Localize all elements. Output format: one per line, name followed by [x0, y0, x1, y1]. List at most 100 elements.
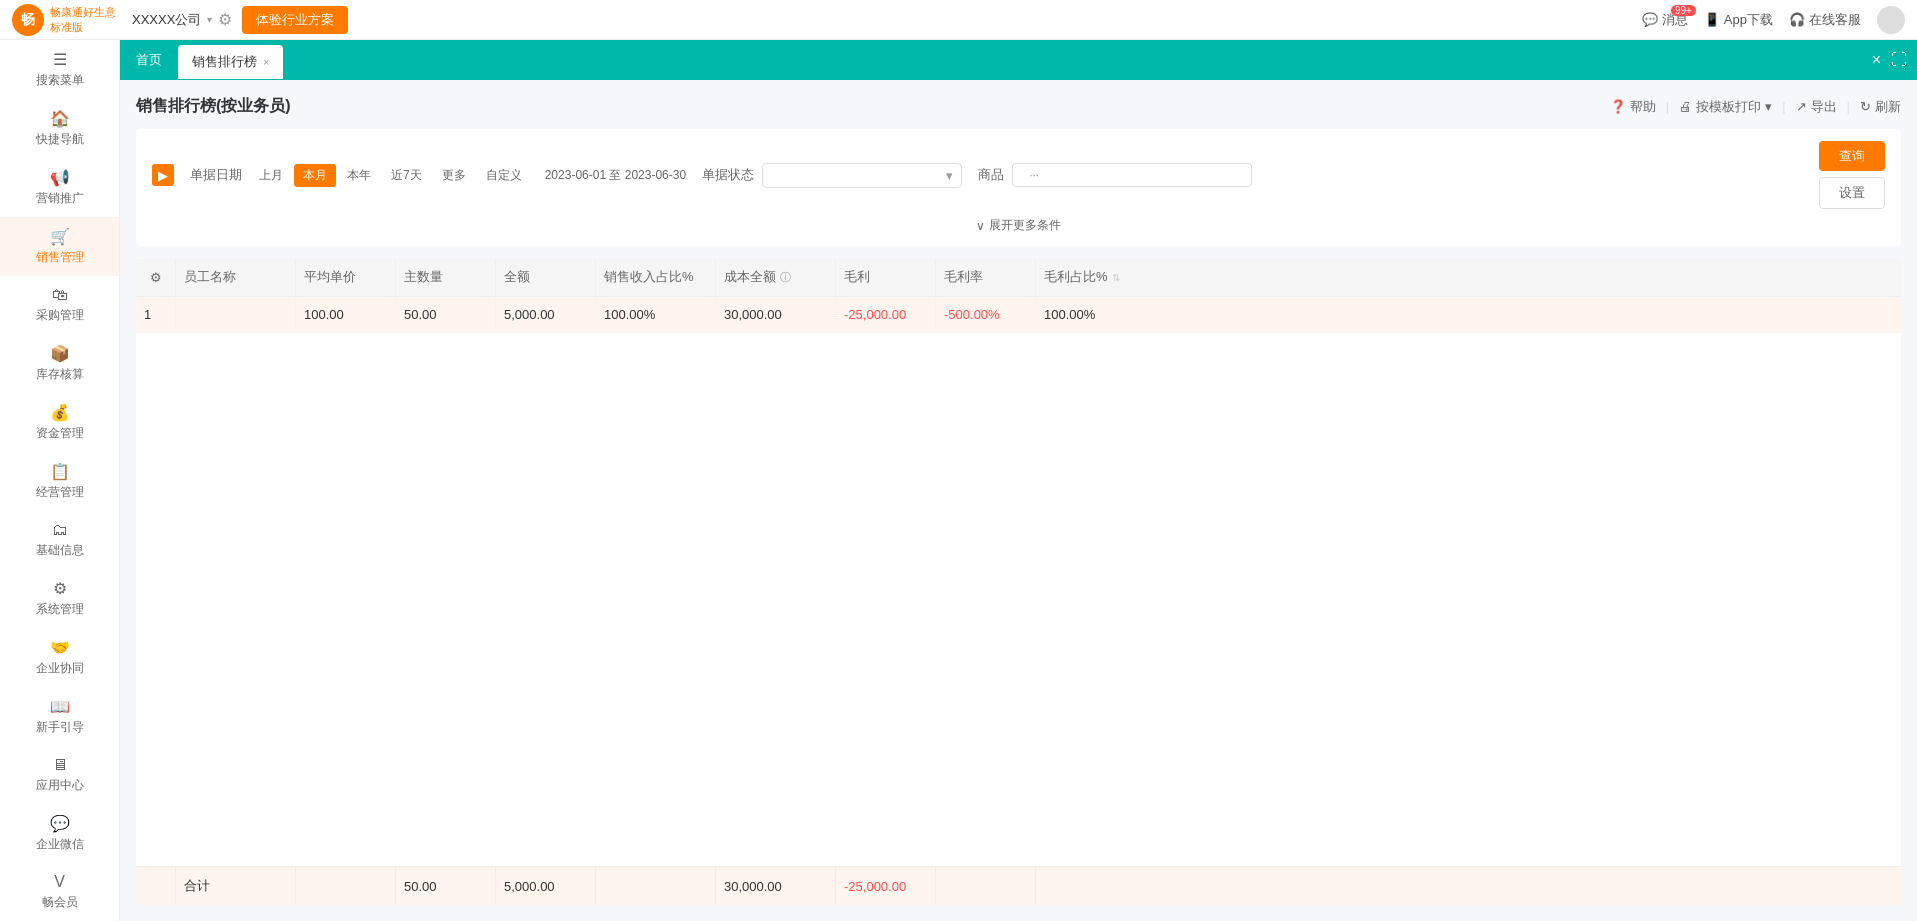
table-settings-icon[interactable]: ⚙	[136, 258, 176, 296]
col-header-gross-profit: 毛利	[836, 258, 936, 296]
date-tab-more[interactable]: 更多	[433, 164, 475, 187]
settings-button[interactable]: 设置	[1819, 177, 1885, 209]
cell-avg-price: 100.00	[296, 297, 396, 332]
home-icon: 🏠	[50, 109, 70, 128]
divider2: |	[1782, 99, 1785, 114]
sidebar-item-marketing[interactable]: 📢 营销推广	[0, 158, 119, 217]
filter-row: ▶ 单据日期 上月 本月 本年 近7天 更多 自定义	[152, 141, 1885, 209]
refresh-button[interactable]: ↻ 刷新	[1860, 98, 1901, 116]
chevron-down-icon: ▾	[1765, 99, 1772, 114]
date-tab-7days[interactable]: 近7天	[382, 164, 431, 187]
col-header-name: 员工名称	[176, 258, 296, 296]
refresh-icon: ↻	[1860, 99, 1871, 114]
sidebar-item-wechat[interactable]: 💬 企业微信	[0, 804, 119, 863]
status-select[interactable]: ▾	[762, 163, 962, 188]
date-tab-custom[interactable]: 自定义	[477, 164, 531, 187]
sidebar-item-member[interactable]: V 畅会员	[0, 863, 119, 921]
folder-icon: 🗂	[52, 521, 68, 539]
query-button[interactable]: 查询	[1819, 141, 1885, 171]
export-icon: ↗	[1796, 99, 1807, 114]
top-bar: 畅 畅康通好生意 标准版 XXXXX公司 ▾ ⚙ 体验行业方案 💬 消息 99+…	[0, 0, 1917, 40]
message-icon: 💬	[1642, 12, 1658, 27]
info-icon[interactable]: ⓘ	[780, 270, 791, 285]
footer-gross-pct	[1036, 867, 1136, 905]
chat-icon: 💬	[50, 814, 70, 833]
table-body: 1 100.00 50.00 5,000.00 100.00% 30,000.0…	[136, 297, 1901, 866]
right-buttons: 查询 设置	[1819, 141, 1885, 209]
settings-icon[interactable]: ⚙	[218, 10, 232, 29]
expand-conditions-button[interactable]: ∨ 展开更多条件	[976, 217, 1061, 234]
tab-minimize-icon[interactable]: ×	[1872, 51, 1881, 69]
col-header-amount: 全额	[496, 258, 596, 296]
sidebar-item-finance[interactable]: 💰 资金管理	[0, 393, 119, 452]
sidebar-item-basic[interactable]: 🗂 基础信息	[0, 511, 119, 569]
table-wrapper: ⚙ 员工名称 平均单价 主数量 全额	[136, 258, 1901, 905]
col-header-cost-amount: 成本全额 ⓘ	[716, 258, 836, 296]
tab-sales-ranking[interactable]: 销售排行榜 ×	[178, 45, 283, 79]
goods-input[interactable]: ···	[1012, 163, 1252, 187]
gear-icon: ⚙	[53, 579, 67, 598]
page-content: 销售排行榜(按业务员) ❓ 帮助 | 🖨 按模板打印 ▾ |	[120, 80, 1917, 921]
page-title: 销售排行榜(按业务员)	[136, 96, 291, 117]
date-tab-this-month[interactable]: 本月	[294, 164, 336, 187]
cell-rank: 1	[136, 297, 176, 332]
sidebar-item-operation[interactable]: 📋 经营管理	[0, 452, 119, 511]
export-button[interactable]: ↗ 导出	[1796, 98, 1837, 116]
date-tab-last-month[interactable]: 上月	[250, 164, 292, 187]
footer-amount: 5,000.00	[496, 867, 596, 905]
col-header-avg-price: 平均单价	[296, 258, 396, 296]
cell-main-qty: 50.00	[396, 297, 496, 332]
col-header-sales-pct: 销售收入占比%	[596, 258, 716, 296]
box-icon: 📦	[50, 344, 70, 363]
sidebar-item-purchase[interactable]: 🛍 采购管理	[0, 276, 119, 334]
col-header-main-qty: 主数量	[396, 258, 496, 296]
filter-toggle-button[interactable]: ▶	[152, 164, 174, 186]
footer-cost-amount: 30,000.00	[716, 867, 836, 905]
sort-icon[interactable]: ⇅	[1112, 272, 1120, 283]
sidebar-item-sales[interactable]: 🛒 销售管理	[0, 217, 119, 276]
sidebar-item-shortcut[interactable]: 🏠 快捷导航	[0, 99, 119, 158]
chevron-down-icon: ▾	[207, 14, 212, 25]
sidebar-item-system[interactable]: ⚙ 系统管理	[0, 569, 119, 628]
table-header: ⚙ 员工名称 平均单价 主数量 全额	[136, 258, 1901, 297]
bag-icon: 🛍	[52, 286, 68, 304]
footer-gross-profit: -25,000.00	[836, 867, 936, 905]
goods-filter: 商品 ···	[978, 163, 1252, 187]
date-tab-this-year[interactable]: 本年	[338, 164, 380, 187]
tab-close-icon[interactable]: ×	[263, 56, 269, 68]
print-icon: 🖨	[1679, 99, 1692, 114]
handshake-icon: 🤝	[50, 638, 70, 657]
tab-maximize-icon[interactable]: ⛶	[1891, 51, 1907, 69]
sidebar-item-inventory[interactable]: 📦 库存核算	[0, 334, 119, 393]
template-print-button[interactable]: 🖨 按模板打印 ▾	[1679, 98, 1772, 116]
monitor-icon: 🖥	[52, 756, 68, 774]
date-range: 2023-06-01 至 2023-06-30	[545, 167, 686, 184]
sidebar-item-collab[interactable]: 🤝 企业协同	[0, 628, 119, 687]
company-name: XXXXX公司	[132, 11, 201, 29]
company-selector[interactable]: XXXXX公司 ▾	[132, 11, 212, 29]
footer-empty	[136, 867, 176, 905]
logo-text: 畅康通好生意 标准版	[50, 5, 116, 34]
page-actions: ❓ 帮助 | 🖨 按模板打印 ▾ | ↗ 导出	[1610, 98, 1901, 116]
footer-main-qty: 50.00	[396, 867, 496, 905]
more-icon[interactable]: ···	[1029, 168, 1039, 182]
date-label: 单据日期	[190, 166, 242, 184]
trial-button[interactable]: 体验行业方案	[242, 6, 348, 34]
col-header-gross-rate: 毛利率	[936, 258, 1036, 296]
cell-gross-profit: -25,000.00	[836, 297, 936, 332]
message-badge: 99+	[1671, 5, 1696, 16]
main-area: ☰ 搜索菜单 🏠 快捷导航 📢 营销推广 🛒 销售管理 🛍 采购管理 📦	[0, 40, 1917, 921]
cell-amount: 5,000.00	[496, 297, 596, 332]
online-service-button[interactable]: 🎧 在线客服	[1789, 11, 1861, 29]
sidebar-item-search[interactable]: ☰ 搜索菜单	[0, 40, 119, 99]
sidebar-item-guide[interactable]: 📖 新手引导	[0, 687, 119, 746]
avatar[interactable]	[1877, 6, 1905, 34]
sidebar-item-appstore[interactable]: 🖥 应用中心	[0, 746, 119, 804]
help-button[interactable]: ❓ 帮助	[1610, 98, 1656, 116]
message-button[interactable]: 💬 消息 99+	[1642, 11, 1688, 29]
tab-home[interactable]: 首页	[120, 40, 178, 80]
col-header-gross-pct: 毛利占比% ⇅	[1036, 258, 1136, 296]
megaphone-icon: 📢	[50, 168, 70, 187]
status-filter: 单据状态 ▾	[702, 163, 962, 188]
app-download-button[interactable]: 📱 App下载	[1704, 11, 1773, 29]
